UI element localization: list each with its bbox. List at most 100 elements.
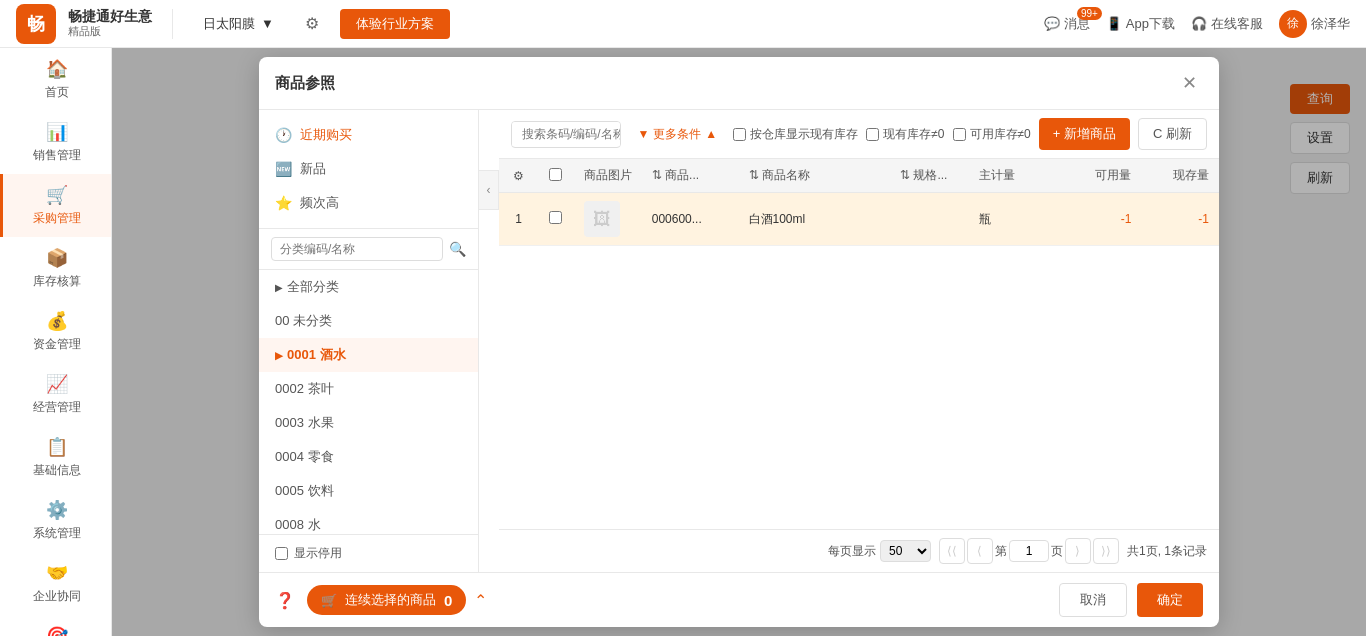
sidebar-item-inventory[interactable]: 📦 库存核算 [0,237,111,300]
checkbox-by-warehouse[interactable]: 按仓库显示现有库存 [733,126,858,143]
tab-recent-purchase[interactable]: 🕐 近期购买 [259,118,478,152]
refresh-button[interactable]: C 刷新 [1138,118,1207,150]
app-download-button[interactable]: 📱 App下载 [1106,15,1175,33]
star-icon: ⭐ [275,195,292,211]
purchase-icon: 🛒 [46,184,68,206]
footer-collapse-icon[interactable]: ⌃ [474,591,487,610]
th-num: ⚙ [499,159,538,193]
sidebar-item-finance[interactable]: 💰 资金管理 [0,300,111,363]
prev-page-button[interactable]: ⟨ [967,538,993,564]
category-search-input[interactable] [271,237,443,261]
table-row[interactable]: 1 🖼 [499,193,1219,246]
checkbox-nonzero-stock[interactable]: 现有库存≠0 [866,126,944,143]
show-disabled-section: 显示停用 [259,534,478,572]
navbar: 畅 畅捷通好生意 精品版 日太阳膜 ▼ ⚙ 体验行业方案 💬 消息 99+ 📱 … [0,0,1366,48]
category-drinks[interactable]: 0005 饮料 [259,474,478,508]
next-page-button[interactable]: ⟩ [1065,538,1091,564]
sidebar-item-guide[interactable]: 🎯 新手引导 [0,615,111,636]
show-disabled-checkbox[interactable] [275,547,288,560]
settings-icon[interactable]: ⚙ [513,169,524,183]
page-suffix: 页 [1051,543,1063,560]
left-panel: 🕐 近期购买 🆕 新品 ⭐ 频次高 [259,110,479,572]
category-liquor[interactable]: ▶ 0001 酒水 [259,338,478,372]
row-img: 🖼 [574,193,642,246]
messages-button[interactable]: 💬 消息 99+ [1044,15,1090,33]
row-checkbox[interactable] [549,211,562,224]
category-uncategorized[interactable]: 00 未分类 [259,304,478,338]
avatar: 徐 [1279,10,1307,38]
th-check [538,159,574,193]
category-water[interactable]: 0008 水 [259,508,478,534]
category-all[interactable]: ▶ 全部分类 [259,270,478,304]
expand-icon: ▶ [275,282,283,293]
main-search-input[interactable] [512,122,621,146]
left-panel-wrapper: 🕐 近期购买 🆕 新品 ⭐ 频次高 [259,110,499,572]
messages-badge: 99+ [1077,7,1102,20]
modal-footer: ❓ 🛒 连续选择的商品 0 ⌃ 取消 确定 [259,572,1219,627]
by-warehouse-checkbox[interactable] [733,128,746,141]
modal-close-button[interactable]: ✕ [1175,69,1203,97]
basic-info-icon: 📋 [46,436,68,458]
cancel-button[interactable]: 取消 [1059,583,1127,617]
sidebar-item-home[interactable]: 🏠 首页 [0,48,111,111]
chevron-up-icon: ▲ [705,127,717,141]
per-page-select[interactable]: 50 100 200 [880,540,931,562]
help-icon[interactable]: ❓ [275,591,295,610]
sidebar-item-operations[interactable]: 📈 经营管理 [0,363,111,426]
search-toolbar: 🔍 ▼ 更多条件 ▲ 按仓库显示现有库存 [499,110,1219,159]
sidebar-label-sales: 销售管理 [33,147,81,164]
row-check[interactable] [538,193,574,246]
product-table-container: ⚙ 商品图片 [499,159,1219,529]
modal-body: 🕐 近期购买 🆕 新品 ⭐ 频次高 [259,110,1219,572]
settings-icon[interactable]: ⚙ [296,8,328,40]
cart-summary[interactable]: 🛒 连续选择的商品 0 [307,585,466,615]
modal-title: 商品参照 [275,74,335,93]
sidebar-label-purchase: 采购管理 [33,210,81,227]
sidebar-item-basic-info[interactable]: 📋 基础信息 [0,426,111,489]
toolbar-right: + 新增商品 C 刷新 [1039,118,1207,150]
nonzero-available-checkbox[interactable] [953,128,966,141]
sidebar-label-system: 系统管理 [33,525,81,542]
category-tea[interactable]: 0002 茶叶 [259,372,478,406]
add-product-button[interactable]: + 新增商品 [1039,118,1130,150]
quick-tabs: 🕐 近期购买 🆕 新品 ⭐ 频次高 [259,110,478,229]
sidebar-item-purchase[interactable]: 🛒 采购管理 [0,174,111,237]
row-code: 000600... [642,193,739,246]
checkbox-nonzero-available[interactable]: 可用库存≠0 [953,126,1031,143]
row-spec [890,193,969,246]
category-search-button[interactable]: 🔍 [449,241,466,257]
store-selector[interactable]: 日太阳膜 ▼ [193,11,284,37]
sidebar-item-system[interactable]: ⚙️ 系统管理 [0,489,111,552]
service-button[interactable]: 🎧 在线客服 [1191,15,1263,33]
select-all-checkbox[interactable] [549,168,562,181]
filter-icon: ▼ [637,127,649,141]
image-placeholder-icon: 🖼 [593,209,611,230]
experience-button[interactable]: 体验行业方案 [340,9,450,39]
nonzero-stock-checkbox[interactable] [866,128,879,141]
row-num: 1 [499,193,538,246]
table-header-row: ⚙ 商品图片 [499,159,1219,193]
category-snacks[interactable]: 0004 零食 [259,440,478,474]
more-filters-button[interactable]: ▼ 更多条件 ▲ [629,122,725,147]
sidebar-item-sales[interactable]: 📊 销售管理 [0,111,111,174]
user-profile[interactable]: 徐 徐泽华 [1279,10,1350,38]
first-page-button[interactable]: ⟨⟨ [939,538,965,564]
sidebar-item-enterprise[interactable]: 🤝 企业协同 [0,552,111,615]
collapse-panel-button[interactable]: ‹ [479,170,499,210]
guide-icon: 🎯 [46,625,68,636]
cart-icon: 🛒 [321,593,337,608]
product-table: ⚙ 商品图片 [499,159,1219,246]
brand-sub: 精品版 [68,24,152,39]
category-list: ▶ 全部分类 00 未分类 ▶ 0001 酒水 [259,270,478,534]
category-fruit[interactable]: 0003 水果 [259,406,478,440]
confirm-button[interactable]: 确定 [1137,583,1203,617]
sidebar: 🏠 首页 📊 销售管理 🛒 采购管理 📦 库存核算 💰 资金管理 📈 经营管理 … [0,48,112,636]
tab-high-frequency[interactable]: ⭐ 频次高 [259,186,478,220]
tab-new-products[interactable]: 🆕 新品 [259,152,478,186]
page-number-input[interactable] [1009,540,1049,562]
sidebar-label-basic-info: 基础信息 [33,462,81,479]
last-page-button[interactable]: ⟩⟩ [1093,538,1119,564]
product-image: 🖼 [584,201,620,237]
sidebar-label-finance: 资金管理 [33,336,81,353]
sidebar-label-home: 首页 [45,84,69,101]
